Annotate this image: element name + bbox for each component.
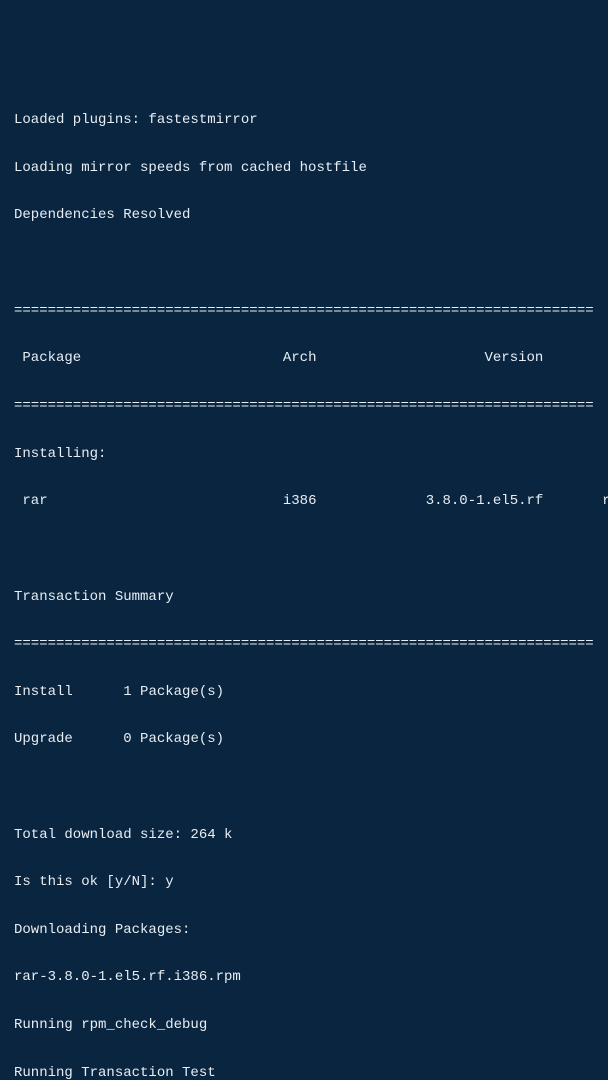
- download-size: Total download size: 264 k: [14, 824, 594, 848]
- separator-mid: ========================================…: [14, 395, 594, 419]
- blank-line: [14, 252, 594, 276]
- installing-label: Installing:: [14, 443, 594, 467]
- separator-top: ========================================…: [14, 300, 594, 324]
- col-package: Package: [14, 350, 81, 366]
- deps-line: Dependencies Resolved: [14, 204, 594, 228]
- download-file: rar-3.8.0-1.el5.rf.i386.rpm: [14, 966, 594, 990]
- install-value: 1 Package(s): [123, 684, 224, 700]
- pkg-repo: rpmf: [602, 493, 608, 509]
- blank-line: [14, 538, 594, 562]
- transaction-summary-title: Transaction Summary: [14, 586, 594, 610]
- confirm-prompt: Is this ok [y/N]: y: [14, 871, 594, 895]
- pkg-name: rar: [14, 493, 48, 509]
- rpm-check: Running rpm_check_debug: [14, 1014, 594, 1038]
- upgrade-value: 0 Package(s): [123, 731, 224, 747]
- package-row: rar i386 3.8.0-1.el5.rf rpmf: [14, 490, 594, 514]
- mirror-line: Loading mirror speeds from cached hostfi…: [14, 157, 594, 181]
- col-version: Version: [485, 350, 544, 366]
- trans-running: Running Transaction Test: [14, 1062, 594, 1080]
- table-header: Package Arch Version: [14, 347, 594, 371]
- downloading-label: Downloading Packages:: [14, 919, 594, 943]
- pkg-arch: i386: [283, 493, 317, 509]
- plugins-line: Loaded plugins: fastestmirror: [14, 109, 594, 133]
- pkg-version: 3.8.0-1.el5.rf: [426, 493, 544, 509]
- upgrade-label: Upgrade: [14, 731, 73, 747]
- separator-bottom: ========================================…: [14, 633, 594, 657]
- col-arch: Arch: [283, 350, 317, 366]
- upgrade-summary: Upgrade 0 Package(s): [14, 728, 594, 752]
- blank-line: [14, 776, 594, 800]
- install-label: Install: [14, 684, 73, 700]
- install-summary: Install 1 Package(s): [14, 681, 594, 705]
